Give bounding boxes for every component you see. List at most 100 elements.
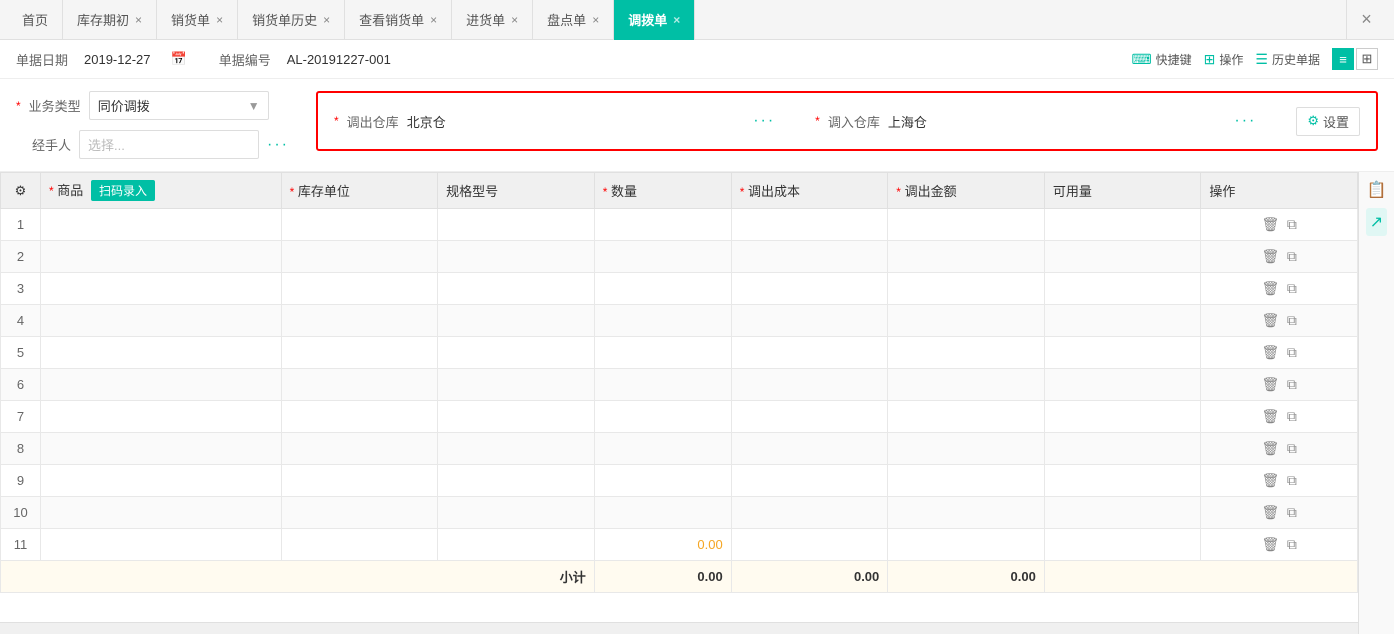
copy-icon[interactable]: ⧉	[1287, 344, 1297, 360]
row-ops: 🗑 ⧉	[1201, 465, 1358, 497]
row-amount	[888, 241, 1045, 273]
row-cost	[731, 305, 888, 337]
settings-button[interactable]: ⚙ 设置	[1296, 107, 1360, 136]
row-product[interactable]	[41, 305, 282, 337]
delete-icon[interactable]: 🗑	[1262, 344, 1280, 360]
tab-inventory-check-label: 盘点单	[547, 10, 586, 29]
row-num: 8	[1, 433, 41, 465]
list-view-button[interactable]: ≡	[1332, 48, 1354, 70]
copy-icon[interactable]: ⧉	[1287, 440, 1297, 456]
delete-icon[interactable]: 🗑	[1262, 536, 1280, 552]
delete-icon[interactable]: 🗑	[1262, 504, 1280, 520]
tab-sales-history-close[interactable]: ×	[323, 13, 330, 27]
warehouse-out-field: * 调出仓库 北京仓 ···	[334, 112, 775, 131]
delete-icon[interactable]: 🗑	[1262, 312, 1280, 328]
toolbar-left: 单据日期 2019-12-27 📅 单据编号 AL-20191227-001	[16, 50, 391, 69]
row-unit	[281, 305, 438, 337]
tab-inventory-check-close[interactable]: ×	[592, 13, 599, 27]
copy-icon[interactable]: ⧉	[1287, 472, 1297, 488]
history-button[interactable]: ☰ 历史单据	[1255, 51, 1320, 68]
row-product[interactable]	[41, 337, 282, 369]
row-unit	[281, 401, 438, 433]
grid-view-button[interactable]: ⊞	[1356, 48, 1378, 70]
copy-icon[interactable]: ⧉	[1287, 376, 1297, 392]
tab-sales-order-close[interactable]: ×	[216, 13, 223, 27]
subtotal-spec	[438, 529, 595, 561]
tab-home[interactable]: 首页	[8, 0, 63, 40]
tab-bar: 首页 库存期初 × 销货单 × 销货单历史 × 查看销货单 × 进货单 × 盘点…	[0, 0, 1394, 40]
person-label: 经手人	[32, 135, 71, 154]
copy-icon[interactable]: ⧉	[1287, 536, 1297, 552]
tab-inventory-init[interactable]: 库存期初 ×	[63, 0, 157, 40]
row-qty	[594, 241, 731, 273]
row-product[interactable]	[41, 369, 282, 401]
row-spec	[438, 433, 595, 465]
sidebar-doc-icon[interactable]: 📋	[1367, 180, 1387, 200]
tab-purchase-order-close[interactable]: ×	[511, 13, 518, 27]
table-row: 1 🗑 ⧉	[1, 209, 1358, 241]
col-product: * 商品 扫码录入	[41, 173, 282, 209]
table-row: 11 0.00 🗑 ⧉	[1, 529, 1358, 561]
tab-transfer-order[interactable]: 调拨单 ×	[614, 0, 695, 40]
row-unit	[281, 433, 438, 465]
operations-button[interactable]: ⊞ 操作	[1204, 51, 1244, 68]
row-ops: 🗑 ⧉	[1201, 305, 1358, 337]
delete-icon[interactable]: 🗑	[1262, 376, 1280, 392]
row-spec	[438, 273, 595, 305]
tab-view-sales-close[interactable]: ×	[430, 13, 437, 27]
delete-icon[interactable]: 🗑	[1262, 472, 1280, 488]
row-product[interactable]	[41, 209, 282, 241]
table-row: 2 🗑 ⧉	[1, 241, 1358, 273]
business-type-select[interactable]: 同价调拨 ▼	[89, 91, 269, 120]
row-product[interactable]	[41, 433, 282, 465]
tab-bar-close-button[interactable]: ×	[1346, 0, 1386, 40]
copy-icon[interactable]: ⧉	[1287, 504, 1297, 520]
row-product[interactable]	[41, 241, 282, 273]
delete-icon[interactable]: 🗑	[1262, 440, 1280, 456]
delete-icon[interactable]: 🗑	[1262, 248, 1280, 264]
person-select[interactable]: 选择...	[79, 130, 259, 159]
business-type-value: 同价调拨	[98, 96, 150, 115]
person-more-button[interactable]: ···	[267, 136, 289, 154]
shortcuts-button[interactable]: ⌨ 快捷键	[1131, 51, 1191, 68]
row-cost	[731, 401, 888, 433]
warehouse-out-more-button[interactable]: ···	[753, 112, 775, 130]
row-product[interactable]	[41, 497, 282, 529]
date-label: 单据日期	[16, 50, 68, 69]
gear-icon: ⚙	[1307, 113, 1319, 129]
row-product[interactable]	[41, 401, 282, 433]
right-sidebar: 📋 ↗	[1358, 172, 1394, 634]
tab-inventory-init-close[interactable]: ×	[135, 13, 142, 27]
delete-icon[interactable]: 🗑	[1262, 216, 1280, 232]
copy-icon[interactable]: ⧉	[1287, 280, 1297, 296]
tab-purchase-order[interactable]: 进货单 ×	[452, 0, 533, 40]
warehouse-in-field: * 调入仓库 上海仓 ···	[815, 112, 1256, 131]
calendar-icon[interactable]: 📅	[171, 51, 187, 67]
col-avail: 可用量	[1044, 173, 1201, 209]
row-unit	[281, 369, 438, 401]
row-ops: 🗑 ⧉	[1201, 337, 1358, 369]
scan-button[interactable]: 扫码录入	[91, 180, 155, 201]
scroll-bar[interactable]	[0, 622, 1358, 634]
row-qty	[594, 433, 731, 465]
row-avail	[1044, 337, 1201, 369]
delete-icon[interactable]: 🗑	[1262, 408, 1280, 424]
tab-sales-history[interactable]: 销货单历史 ×	[238, 0, 345, 40]
row-qty	[594, 369, 731, 401]
tab-sales-order[interactable]: 销货单 ×	[157, 0, 238, 40]
subtotal-ops: 🗑 ⧉	[1201, 529, 1358, 561]
delete-icon[interactable]: 🗑	[1262, 280, 1280, 296]
copy-icon[interactable]: ⧉	[1287, 312, 1297, 328]
copy-icon[interactable]: ⧉	[1287, 216, 1297, 232]
tab-transfer-order-close[interactable]: ×	[673, 13, 680, 27]
row-product[interactable]	[41, 273, 282, 305]
tab-view-sales[interactable]: 查看销货单 ×	[345, 0, 452, 40]
row-num: 4	[1, 305, 41, 337]
gear-col-icon[interactable]: ⚙	[15, 183, 27, 198]
copy-icon[interactable]: ⧉	[1287, 408, 1297, 424]
row-product[interactable]	[41, 465, 282, 497]
tab-inventory-check[interactable]: 盘点单 ×	[533, 0, 614, 40]
copy-icon[interactable]: ⧉	[1287, 248, 1297, 264]
sidebar-link-icon[interactable]: ↗	[1366, 208, 1387, 236]
warehouse-in-more-button[interactable]: ···	[1234, 112, 1256, 130]
